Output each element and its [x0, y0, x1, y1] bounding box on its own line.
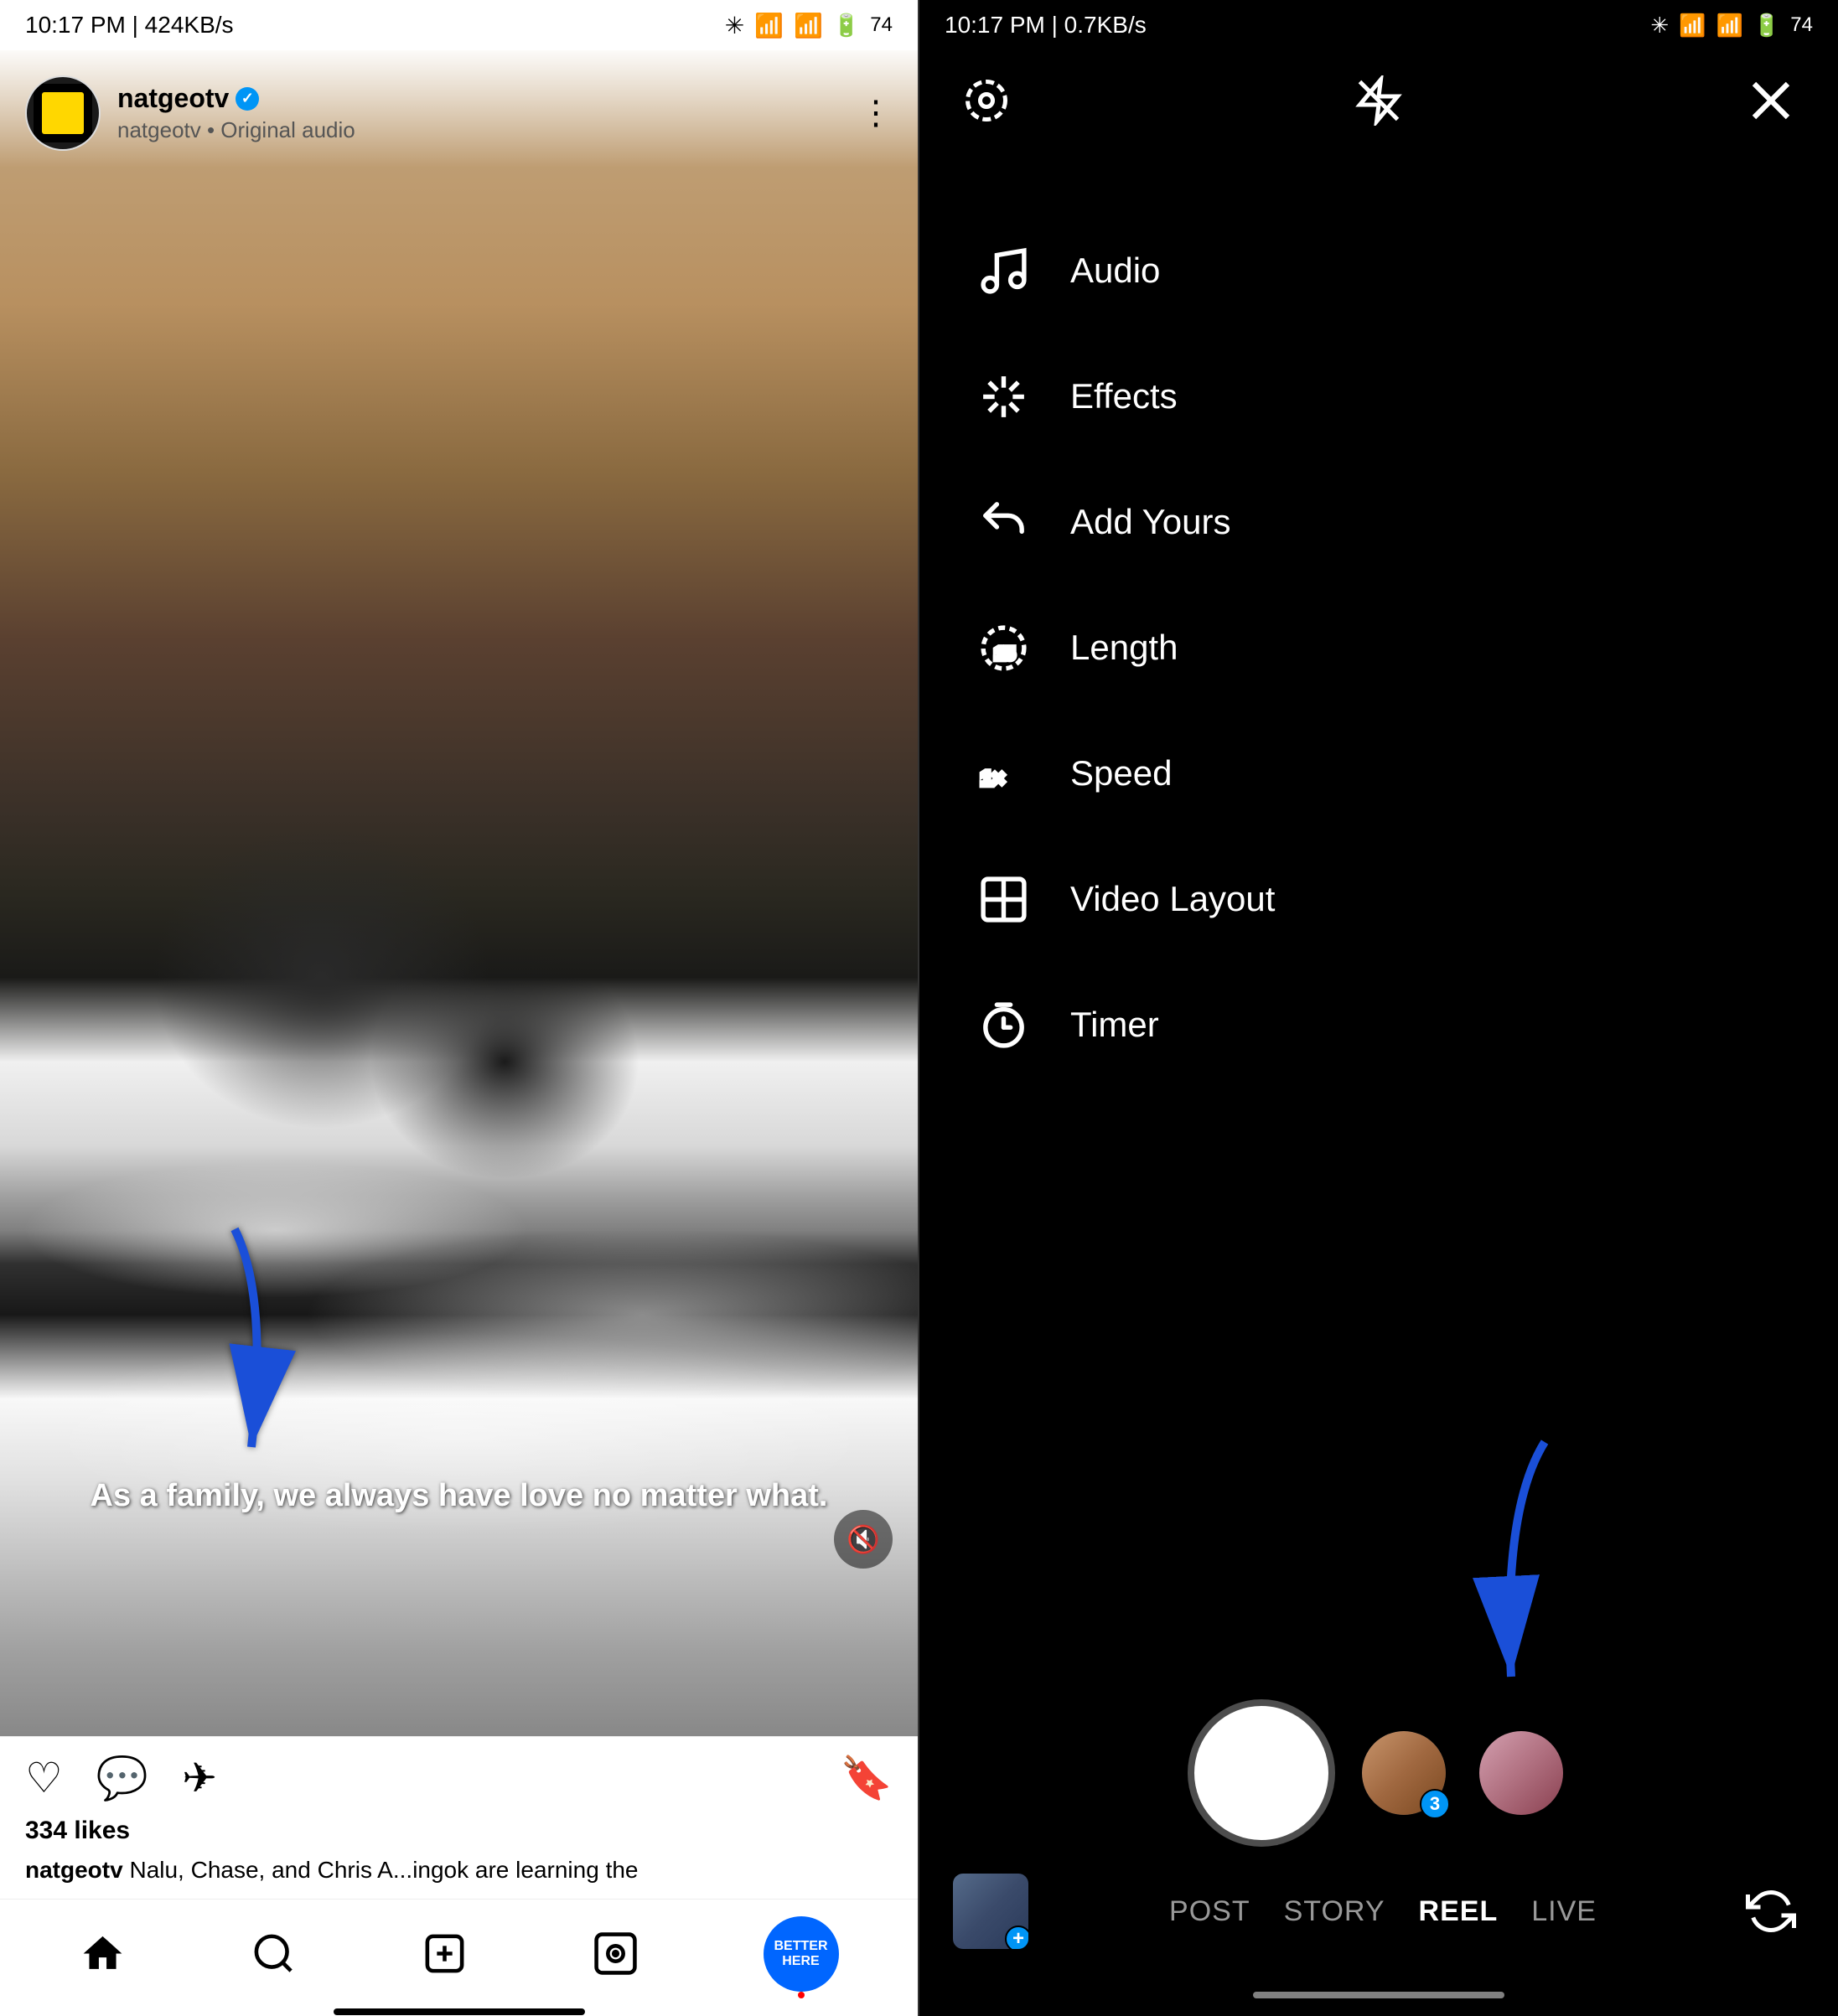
add-yours-label: Add Yours — [1070, 502, 1231, 542]
video-layout-label: Video Layout — [1070, 879, 1275, 919]
length-icon: 15 — [970, 614, 1037, 681]
notification-dot — [798, 1992, 805, 1998]
avatar-second[interactable] — [1479, 1731, 1563, 1815]
caption-text: As a family, we always have love no matt… — [50, 1474, 867, 1518]
battery-level-left: 74 — [870, 13, 893, 37]
nav-profile-button[interactable]: BETTERHERE — [764, 1916, 839, 1992]
menu-item-length[interactable]: 15 Length — [970, 589, 1788, 706]
better-here-badge: BETTERHERE — [764, 1916, 839, 1992]
gallery-plus-icon: + — [1005, 1926, 1028, 1949]
shutter-button[interactable] — [1194, 1706, 1328, 1840]
effects-icon — [970, 363, 1037, 430]
bottom-nav: BETTERHERE — [0, 1899, 918, 2008]
post-actions-bar: ♡ 💬 ✈ 🔖 334 likes natgeotv Nalu, Chase, … — [0, 1736, 918, 1899]
gallery-thumbnail[interactable]: + — [953, 1874, 1028, 1949]
comment-button[interactable]: 💬 — [96, 1754, 148, 1803]
menu-item-add-yours[interactable]: Add Yours — [970, 463, 1788, 581]
battery-level-right: 74 — [1790, 13, 1813, 37]
signal-icon-right-2: 📶 — [1716, 13, 1743, 39]
menu-item-speed[interactable]: 1× Speed — [970, 715, 1788, 832]
effects-label: Effects — [1070, 376, 1178, 416]
signal-icon-right: 📶 — [1679, 13, 1706, 39]
avatar-badge: 3 — [1420, 1789, 1450, 1819]
video-layout-icon — [970, 866, 1037, 933]
post-user-info: natgeotv ✓ natgeotv • Original audio — [117, 83, 859, 143]
camera-settings-button[interactable] — [961, 75, 1012, 137]
flip-camera-button[interactable] — [1737, 1878, 1804, 1945]
mode-tabs: + POST STORY REEL LIVE — [919, 1857, 1838, 1974]
post-username[interactable]: natgeotv ✓ — [117, 83, 859, 114]
add-yours-icon — [970, 488, 1037, 556]
tab-live[interactable]: LIVE — [1531, 1895, 1597, 1928]
length-label: Length — [1070, 628, 1178, 668]
likes-count: 334 likes — [25, 1817, 893, 1845]
nav-create-button[interactable] — [422, 1931, 468, 1977]
battery-icon-right: 🔋 — [1753, 13, 1780, 39]
action-icons-row: ♡ 💬 ✈ 🔖 — [25, 1754, 893, 1803]
audio-label: Audio — [1070, 251, 1160, 291]
speed-icon: 1× — [970, 740, 1037, 807]
bluetooth-icon: ✳ — [725, 12, 744, 39]
nav-search-button[interactable] — [251, 1931, 297, 1977]
share-button[interactable]: ✈ — [182, 1754, 217, 1802]
camera-bottom: 3 + POST STORY REEL LIVE — [919, 1672, 1838, 2016]
home-indicator-bar-left — [334, 2008, 585, 2015]
right-panel: 10:17 PM | 0.7KB/s ✳ 📶 📶 🔋 74 — [919, 0, 1838, 2016]
story-content: natgeotv ✓ natgeotv • Original audio ⋮ A… — [0, 50, 918, 1736]
close-button[interactable] — [1746, 75, 1796, 137]
better-here-text: BETTERHERE — [774, 1939, 828, 1968]
username-text: natgeotv — [117, 83, 229, 114]
avatar-container[interactable]: 3 — [1362, 1731, 1446, 1815]
camera-controls-row: 3 — [919, 1689, 1838, 1857]
home-indicator-left — [0, 2008, 918, 2016]
caption-username: natgeotv — [25, 1857, 123, 1883]
tab-post[interactable]: POST — [1169, 1895, 1250, 1928]
more-options-button[interactable]: ⋮ — [859, 94, 893, 132]
status-bar-left: 10:17 PM | 424KB/s ✳ 📶 📶 🔋 74 — [0, 0, 918, 50]
caption-preview: natgeotv Nalu, Chase, and Chris A...ingo… — [25, 1853, 893, 1886]
post-subtitle: natgeotv • Original audio — [117, 117, 859, 143]
flash-button[interactable] — [1354, 75, 1404, 137]
tab-story[interactable]: STORY — [1284, 1895, 1385, 1928]
menu-item-effects[interactable]: Effects — [970, 338, 1788, 455]
left-panel: 10:17 PM | 424KB/s ✳ 📶 📶 🔋 74 natgeo — [0, 0, 919, 2016]
status-time-right: 10:17 PM | 0.7KB/s — [945, 12, 1147, 39]
caption-overlay: As a family, we always have love no matt… — [0, 1474, 918, 1518]
status-icons-right: ✳ 📶 📶 🔋 74 — [1650, 13, 1813, 39]
menu-list: Audio Effects — [919, 162, 1838, 1672]
menu-item-audio[interactable]: Audio — [970, 212, 1788, 329]
mute-button[interactable]: 🔇 — [834, 1510, 893, 1569]
battery-icon-left: 🔋 — [833, 13, 860, 39]
post-header: natgeotv ✓ natgeotv • Original audio ⋮ — [0, 50, 918, 168]
audio-icon — [970, 237, 1037, 304]
tab-reel[interactable]: REEL — [1419, 1895, 1499, 1928]
status-icons-left: ✳ 📶 📶 🔋 74 — [725, 12, 893, 39]
nav-reels-button[interactable] — [593, 1931, 639, 1977]
camera-top-bar — [919, 50, 1838, 162]
bluetooth-icon-right: ✳ — [1650, 13, 1669, 39]
menu-item-timer[interactable]: Timer — [970, 966, 1788, 1083]
like-button[interactable]: ♡ — [25, 1754, 63, 1802]
bookmark-button[interactable]: 🔖 — [841, 1754, 893, 1803]
home-indicator-right — [919, 1974, 1838, 2016]
caption-text-preview: Nalu, Chase, and Chris A...ingok are lea… — [129, 1857, 638, 1883]
mode-tab-area: POST STORY REEL LIVE — [1028, 1895, 1737, 1928]
verified-badge: ✓ — [236, 87, 259, 111]
signal-icon-2: 📶 — [794, 12, 823, 39]
svg-text:1×: 1× — [981, 768, 1004, 790]
home-indicator-bar-right — [1253, 1992, 1504, 1998]
menu-item-video-layout[interactable]: Video Layout — [970, 840, 1788, 958]
signal-icon: 📶 — [754, 12, 784, 39]
timer-icon — [970, 991, 1037, 1058]
speed-label: Speed — [1070, 753, 1172, 793]
natgeo-logo-inner — [42, 92, 84, 134]
svg-text:15: 15 — [994, 643, 1014, 664]
status-time-left: 10:17 PM | 424KB/s — [25, 12, 234, 39]
natgeo-logo — [34, 84, 92, 142]
status-bar-right: 10:17 PM | 0.7KB/s ✳ 📶 📶 🔋 74 — [919, 0, 1838, 50]
timer-label: Timer — [1070, 1005, 1159, 1045]
avatar[interactable] — [25, 75, 101, 151]
nav-home-button[interactable] — [80, 1931, 126, 1977]
